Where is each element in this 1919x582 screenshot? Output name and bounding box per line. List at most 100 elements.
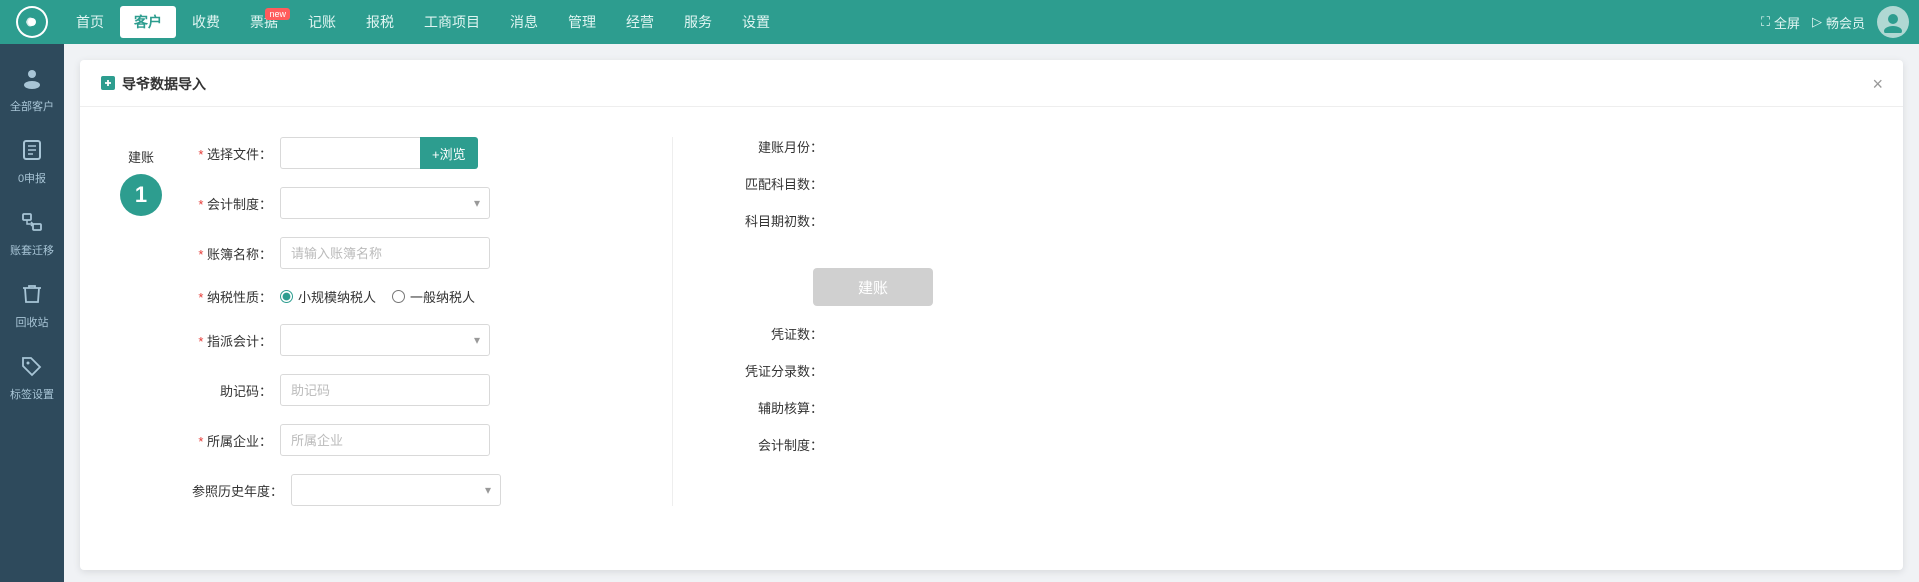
general-taxpayer-radio[interactable]: 一般纳税人 (392, 287, 475, 306)
dialog-title: 导爷数据导入 (100, 74, 206, 94)
avatar[interactable] (1877, 6, 1909, 38)
sidebar-item-zero-report[interactable]: 0申报 (0, 126, 64, 198)
file-row: 选择文件： +浏览 (192, 137, 612, 169)
general-taxpayer-input[interactable] (392, 290, 405, 303)
company-label: 所属企业： (192, 431, 272, 450)
subjects-init-label: 科目期初数： (733, 211, 823, 230)
nav-items: 首页 客户 收费 票据 new 记账 报税 工商项目 消息 管理 经营 服务 设… (62, 6, 1761, 38)
step-label: 建账 (128, 147, 154, 166)
ledger-name-input[interactable] (280, 237, 490, 269)
play-icon: ▷ (1812, 14, 1822, 30)
sidebar-item-label: 0申报 (18, 170, 46, 186)
sidebar: 全部客户 0申报 账套迁移 (0, 44, 64, 582)
subjects-init-row: 科目期初数： (733, 211, 1013, 230)
dialog-header: 导爷数据导入 × (80, 60, 1903, 107)
nav-operation[interactable]: 经营 (612, 6, 668, 38)
new-badge: new (265, 8, 290, 20)
nav-ledger[interactable]: 记账 (294, 6, 350, 38)
zero-report-icon (20, 138, 44, 166)
accounting-system-row: 会计制度： (192, 187, 612, 219)
vouchers-row: 凭证数： (733, 324, 1013, 343)
nav-manage[interactable]: 管理 (554, 6, 610, 38)
sidebar-item-recycle[interactable]: 回收站 (0, 270, 64, 342)
accountant-select[interactable] (280, 324, 490, 356)
nav-customer[interactable]: 客户 (120, 6, 176, 38)
voucher-entries-row: 凭证分录数： (733, 361, 1013, 380)
ledger-name-label: 账簿名称： (192, 244, 272, 263)
company-row: 所属企业： (192, 424, 612, 456)
step-indicator: 建账 1 (120, 137, 162, 506)
sidebar-item-all-customers[interactable]: 全部客户 (0, 54, 64, 126)
recycle-icon (20, 282, 44, 310)
info-accounting-system-label: 会计制度： (733, 435, 823, 454)
logo-icon (16, 6, 48, 38)
company-input[interactable] (280, 424, 490, 456)
tax-type-row: 纳税性质： 小规模纳税人 一般纳税人 (192, 287, 612, 306)
top-navigation: 首页 客户 收费 票据 new 记账 报税 工商项目 消息 管理 经营 服务 设… (0, 0, 1919, 44)
small-taxpayer-radio[interactable]: 小规模纳税人 (280, 287, 376, 306)
nav-service[interactable]: 服务 (670, 6, 726, 38)
voucher-entries-label: 凭证分录数： (733, 361, 823, 380)
sidebar-item-label: 全部客户 (10, 98, 54, 114)
file-input[interactable] (280, 137, 420, 169)
close-button[interactable]: × (1872, 75, 1883, 93)
divider (672, 137, 673, 506)
accounting-system-select-wrapper (280, 187, 490, 219)
nav-right: ⛶ 全屏 ▷ 畅会员 (1761, 6, 1909, 38)
ledger-name-row: 账簿名称： (192, 237, 612, 269)
nav-home[interactable]: 首页 (62, 6, 118, 38)
history-year-row: 参照历史年度： (192, 474, 612, 506)
build-button[interactable]: 建账 (813, 268, 933, 306)
memo-code-label: 助记码： (192, 381, 272, 400)
fullscreen-btn[interactable]: ⛶ 全屏 (1761, 13, 1800, 32)
form-grid: 选择文件： +浏览 会计制度： (192, 137, 612, 506)
nav-billing[interactable]: 收费 (178, 6, 234, 38)
browse-button[interactable]: +浏览 (420, 137, 478, 169)
accountant-row: 指派会计： (192, 324, 612, 356)
main-layout: 全部客户 0申报 账套迁移 (0, 44, 1919, 582)
nav-settings[interactable]: 设置 (728, 6, 784, 38)
import-icon (100, 75, 116, 94)
dialog-panel: 导爷数据导入 × 建账 1 选择文件： (80, 60, 1903, 570)
nav-business[interactable]: 工商项目 (410, 6, 494, 38)
tax-type-radio-group: 小规模纳税人 一般纳税人 (280, 287, 475, 306)
accountant-select-wrapper (280, 324, 490, 356)
content-area: 导爷数据导入 × 建账 1 选择文件： (64, 44, 1919, 582)
memo-code-row: 助记码： (192, 374, 612, 406)
memo-code-input[interactable] (280, 374, 490, 406)
form-area: 建账 1 选择文件： +浏览 (80, 107, 1903, 526)
step-circle: 1 (120, 174, 162, 216)
small-taxpayer-input[interactable] (280, 290, 293, 303)
aux-accounting-label: 辅助核算： (733, 398, 823, 417)
fullscreen-icon: ⛶ (1761, 14, 1770, 30)
tag-icon (20, 354, 44, 382)
member-btn[interactable]: ▷ 畅会员 (1812, 13, 1865, 32)
file-label: 选择文件： (192, 144, 272, 163)
logo (10, 0, 54, 44)
history-year-select[interactable] (291, 474, 501, 506)
sidebar-item-label: 回收站 (16, 314, 49, 330)
form-left: 建账 1 选择文件： +浏览 (120, 137, 612, 506)
build-btn-area: 建账 (733, 268, 1013, 306)
all-customers-icon (20, 66, 44, 94)
nav-invoice[interactable]: 票据 new (236, 6, 292, 38)
info-accounting-system-row: 会计制度： (733, 435, 1013, 454)
build-month-row: 建账月份： (733, 137, 1013, 156)
aux-accounting-row: 辅助核算： (733, 398, 1013, 417)
nav-message[interactable]: 消息 (496, 6, 552, 38)
sidebar-item-tag-settings[interactable]: 标签设置 (0, 342, 64, 414)
sidebar-item-label: 账套迁移 (10, 242, 54, 258)
form-right: 建账月份： 匹配科目数： 科目期初数： 建账 (733, 137, 1013, 506)
vouchers-label: 凭证数： (733, 324, 823, 343)
match-subjects-row: 匹配科目数： (733, 174, 1013, 193)
file-input-group: +浏览 (280, 137, 478, 169)
accounting-system-select[interactable] (280, 187, 490, 219)
history-year-select-wrapper (291, 474, 501, 506)
history-year-label: 参照历史年度： (192, 481, 283, 500)
sidebar-item-label: 标签设置 (10, 386, 54, 402)
sidebar-item-account-migration[interactable]: 账套迁移 (0, 198, 64, 270)
nav-tax[interactable]: 报税 (352, 6, 408, 38)
match-subjects-label: 匹配科目数： (733, 174, 823, 193)
build-month-label: 建账月份： (733, 137, 823, 156)
accountant-label: 指派会计： (192, 331, 272, 350)
